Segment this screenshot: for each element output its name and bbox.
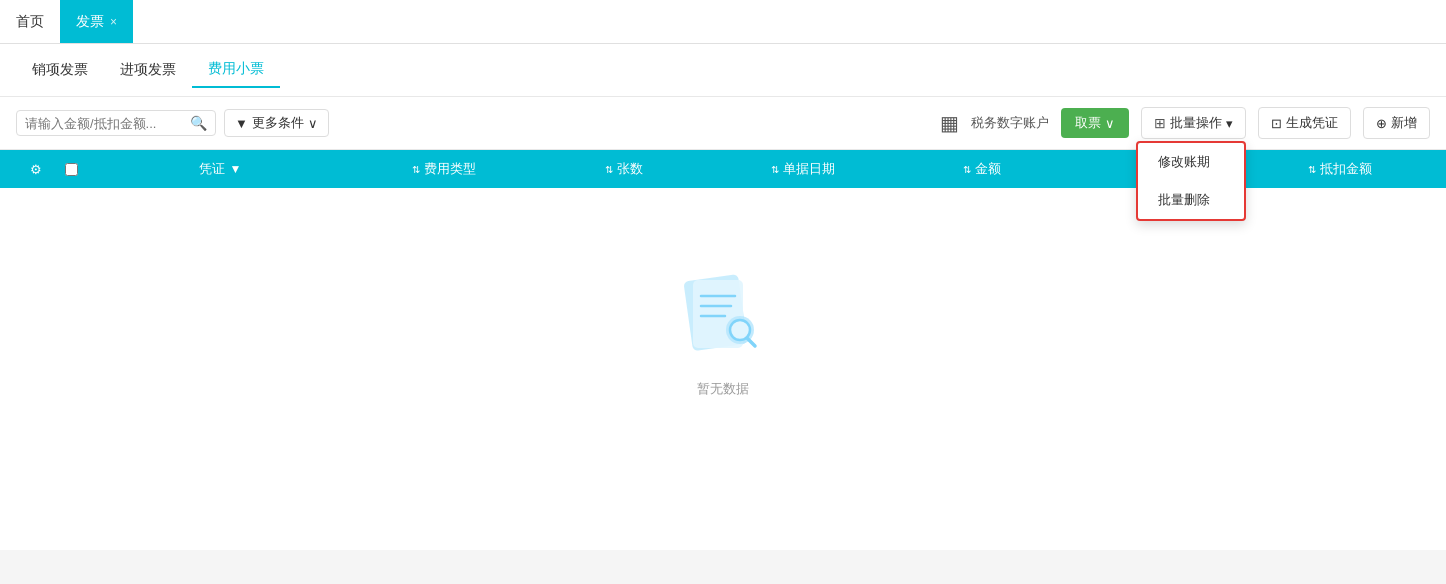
search-wrap: 🔍 [16,110,216,136]
nav-tab-close[interactable]: × [110,15,117,29]
sub-tabs: 销项发票 进项发票 费用小票 [0,44,1446,97]
th-count-sort-icon[interactable]: ⇅ [605,164,613,175]
th-voucher: 凭证 ▼ [86,160,355,178]
search-icon[interactable]: 🔍 [190,115,207,131]
tab-sales-invoice[interactable]: 销项发票 [16,53,104,87]
gen-voucher-label: 生成凭证 [1286,114,1338,132]
filter-label: 更多条件 [252,114,304,132]
th-voucher-filter-icon[interactable]: ▼ [229,162,241,176]
filter-button[interactable]: ▼ 更多条件 ∨ [224,109,329,137]
nav-tab-label: 发票 [76,13,104,31]
qr-icon[interactable]: ▦ [940,111,959,135]
th-date-sort-icon[interactable]: ⇅ [771,164,779,175]
sort-icon[interactable]: ⇅ [412,164,420,175]
empty-state-label: 暂无数据 [697,380,749,398]
th-gear[interactable]: ⚙ [16,162,56,177]
add-button[interactable]: ⊕ 新增 [1363,107,1430,139]
batch-op-label: 批量操作 [1170,114,1222,132]
take-ticket-button[interactable]: 取票 ∨ [1061,108,1129,138]
gen-voucher-icon: ⊡ [1271,116,1282,131]
th-checkbox[interactable] [56,163,86,176]
batch-op-dropdown: 修改账期 批量删除 [1136,141,1246,221]
batch-op-button[interactable]: ⊞ 批量操作 ▾ [1141,107,1246,139]
gear-icon: ⚙ [30,162,42,177]
th-deduction-amount-sort-icon[interactable]: ⇅ [1308,164,1316,175]
th-count-label: 张数 [617,160,643,178]
svg-line-7 [747,338,755,346]
add-label: 新增 [1391,114,1417,132]
tab-purchase-invoice[interactable]: 进项发票 [104,53,192,87]
empty-state: 暂无数据 [0,188,1446,478]
action-bar: 🔍 ▼ 更多条件 ∨ ▦ 税务数字账户 取票 ∨ ⊞ 批量操作 ▾ 修改账期 批… [0,97,1446,150]
th-amount-label: 金额 [975,160,1001,178]
tax-account-button[interactable]: 税务数字账户 [971,114,1049,132]
batch-op-icon: ⊞ [1154,115,1166,131]
batch-op-chevron-icon: ▾ [1226,116,1233,131]
tab-expense-ticket[interactable]: 费用小票 [192,52,280,88]
dropdown-item-batch-delete[interactable]: 批量删除 [1138,181,1244,219]
nav-tab-invoice[interactable]: 发票 × [60,0,133,43]
th-expense-type: ⇅ 费用类型 [355,160,534,178]
select-all-checkbox[interactable] [65,163,78,176]
th-deduction-amount-label: 抵扣金额 [1320,160,1372,178]
empty-state-icon [673,268,773,368]
nav-home[interactable]: 首页 [0,0,60,43]
th-count: ⇅ 张数 [534,160,713,178]
take-ticket-label: 取票 [1075,114,1101,132]
search-input[interactable] [25,116,186,131]
right-actions: ▦ 税务数字账户 取票 ∨ ⊞ 批量操作 ▾ 修改账期 批量删除 ⊡ 生成凭证 … [940,107,1430,139]
th-deduction-amount: ⇅ 抵扣金额 [1251,160,1430,178]
th-expense-type-label: 费用类型 [424,160,476,178]
th-amount-sort-icon[interactable]: ⇅ [963,164,971,175]
gen-voucher-button[interactable]: ⊡ 生成凭证 [1258,107,1351,139]
th-date-label: 单据日期 [783,160,835,178]
dropdown-item-modify-period[interactable]: 修改账期 [1138,143,1244,181]
th-date: ⇅ 单据日期 [713,160,892,178]
add-icon: ⊕ [1376,116,1387,131]
th-amount: ⇅ 金额 [892,160,1071,178]
filter-chevron-icon: ∨ [308,116,318,131]
take-ticket-chevron-icon: ∨ [1105,116,1115,131]
th-voucher-label: 凭证 [199,160,225,178]
filter-icon: ▼ [235,116,248,131]
batch-op-wrap: ⊞ 批量操作 ▾ 修改账期 批量删除 [1141,107,1246,139]
